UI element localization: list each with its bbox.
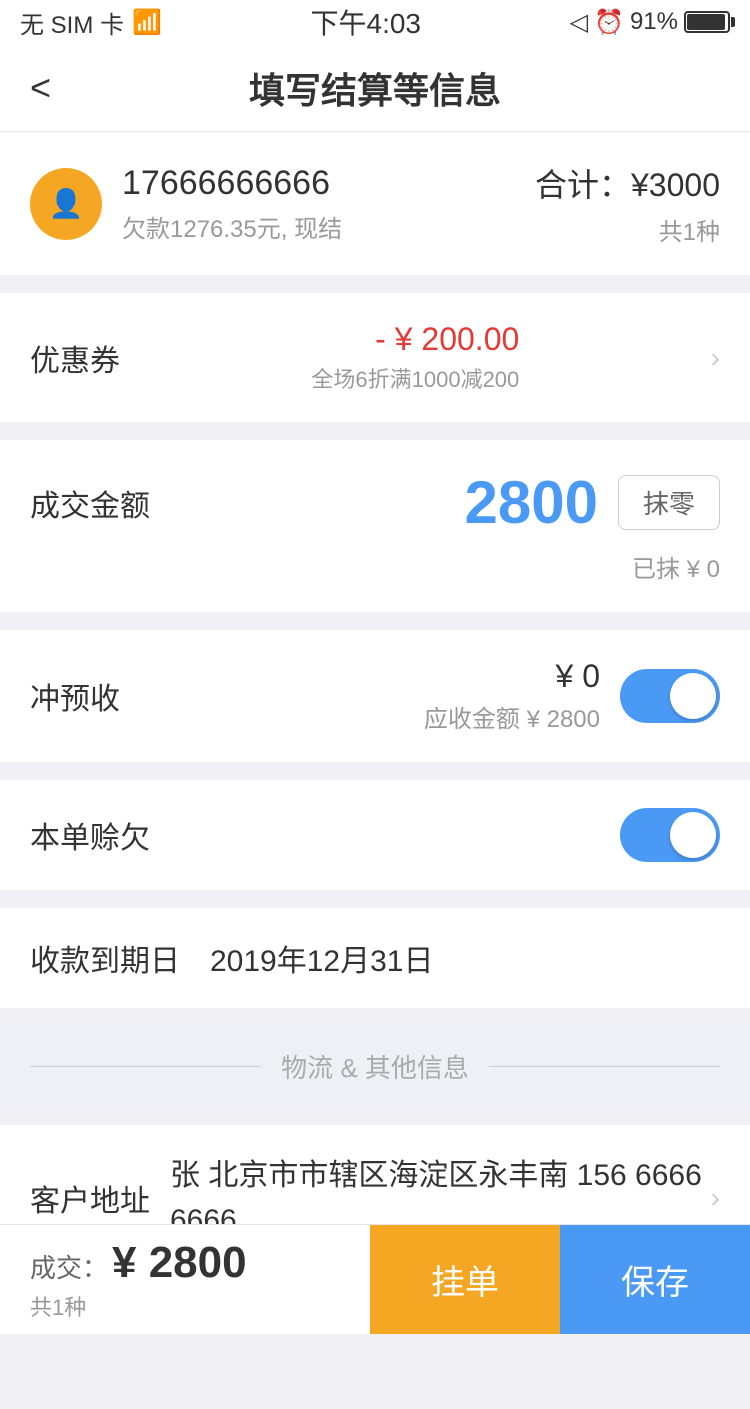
battery-icon [684,11,730,33]
customer-right: 合计：¥3000 共1种 [535,160,720,247]
coupon-right: - ¥ 200.00 全场6折满1000减200 [311,321,519,394]
deal-amount-value: 2800 [465,468,598,537]
sim-label: 无 SIM 卡 [20,5,124,40]
duedate-section: 收款到期日 2019年12月31日 [0,908,750,1008]
footer-amount: ¥ 2800 [112,1238,247,1288]
deal-sub-text: 已抹 ¥ 0 [632,556,720,583]
customer-phone: 17666666666 [122,164,342,203]
wifi-icon: 📶 [132,8,162,37]
save-button-label: 保存 [621,1255,689,1304]
page-title: 填写结算等信息 [90,62,660,114]
status-bar: 无 SIM 卡 📶 下午4:03 ◁ ⏰ 91% [0,0,750,44]
customer-info: 17666666666 欠款1276.35元, 现结 [122,164,342,244]
precollect-row: 冲预收 ¥ 0 应收金额 ¥ 2800 [30,658,720,734]
divider-line-left [30,1066,261,1067]
deal-amount-label: 成交金额 [30,481,150,525]
footer-deal-label: 成交： [30,1248,108,1285]
customer-total: 合计：¥3000 [535,160,720,206]
nav-bar: < 填写结算等信息 [0,44,750,132]
hold-button-label: 挂单 [431,1255,499,1304]
precollect-sub: 应收金额 ¥ 2800 [424,699,600,734]
divider-line-right [489,1066,720,1067]
chevron-right-icon: › [711,342,720,374]
customer-count: 共1种 [535,212,720,247]
toggle-knob [670,673,716,719]
back-icon: < [30,67,51,108]
logistics-divider: 物流 & 其他信息 [0,1026,750,1107]
credit-label: 本单赊欠 [30,813,150,857]
avatar-icon: 👤 [49,187,84,220]
battery-fill [687,14,725,30]
back-button[interactable]: < [30,67,90,109]
duedate-label: 收款到期日 [30,936,180,980]
round-button[interactable]: 抹零 [618,475,720,530]
precollect-section: 冲预收 ¥ 0 应收金额 ¥ 2800 [0,630,750,762]
footer-count: 共1种 [30,1290,340,1322]
credit-section: 本单赊欠 [0,780,750,890]
status-right: ◁ ⏰ 91% [570,8,730,37]
deal-sub-row: 已抹 ¥ 0 [30,549,720,584]
customer-left: 👤 17666666666 欠款1276.35元, 现结 [30,164,342,244]
coupon-desc: 全场6折满1000减200 [311,362,519,394]
footer-deal-row: 成交： ¥ 2800 [30,1238,340,1288]
battery-percent: 91% [630,8,678,36]
address-chevron-icon: › [711,1182,720,1214]
credit-toggle-knob [670,812,716,858]
avatar: 👤 [30,168,102,240]
coupon-label: 优惠券 [30,336,120,380]
coupon-row[interactable]: 优惠券 - ¥ 200.00 全场6折满1000减200 › [0,293,750,422]
precollect-amount-block: ¥ 0 应收金额 ¥ 2800 [424,658,600,734]
precollect-right: ¥ 0 应收金额 ¥ 2800 [424,658,720,734]
customer-row: 👤 17666666666 欠款1276.35元, 现结 合计：¥3000 共1… [0,132,750,275]
footer-bar: 成交： ¥ 2800 共1种 挂单 保存 [0,1224,750,1334]
status-left: 无 SIM 卡 📶 [20,5,162,40]
precollect-amount: ¥ 0 [424,658,600,695]
save-button[interactable]: 保存 [560,1225,750,1334]
alarm-icon: ⏰ [594,8,624,37]
customer-debt: 欠款1276.35元, 现结 [122,209,342,244]
status-time: 下午4:03 [311,2,422,42]
deal-amount-block: 2800 抹零 [465,468,721,537]
duedate-value: 2019年12月31日 [210,936,433,980]
credit-toggle[interactable] [620,808,720,862]
precollect-label: 冲预收 [30,674,120,718]
footer-summary: 成交： ¥ 2800 共1种 [0,1225,370,1334]
divider-text: 物流 & 其他信息 [281,1048,469,1085]
deal-row: 成交金额 2800 抹零 [30,468,720,537]
coupon-amount: - ¥ 200.00 [311,321,519,358]
address-label: 客户地址 [30,1176,170,1220]
precollect-toggle[interactable] [620,669,720,723]
location-icon: ◁ [570,8,588,37]
deal-section: 成交金额 2800 抹零 已抹 ¥ 0 [0,440,750,612]
hold-button[interactable]: 挂单 [370,1225,560,1334]
